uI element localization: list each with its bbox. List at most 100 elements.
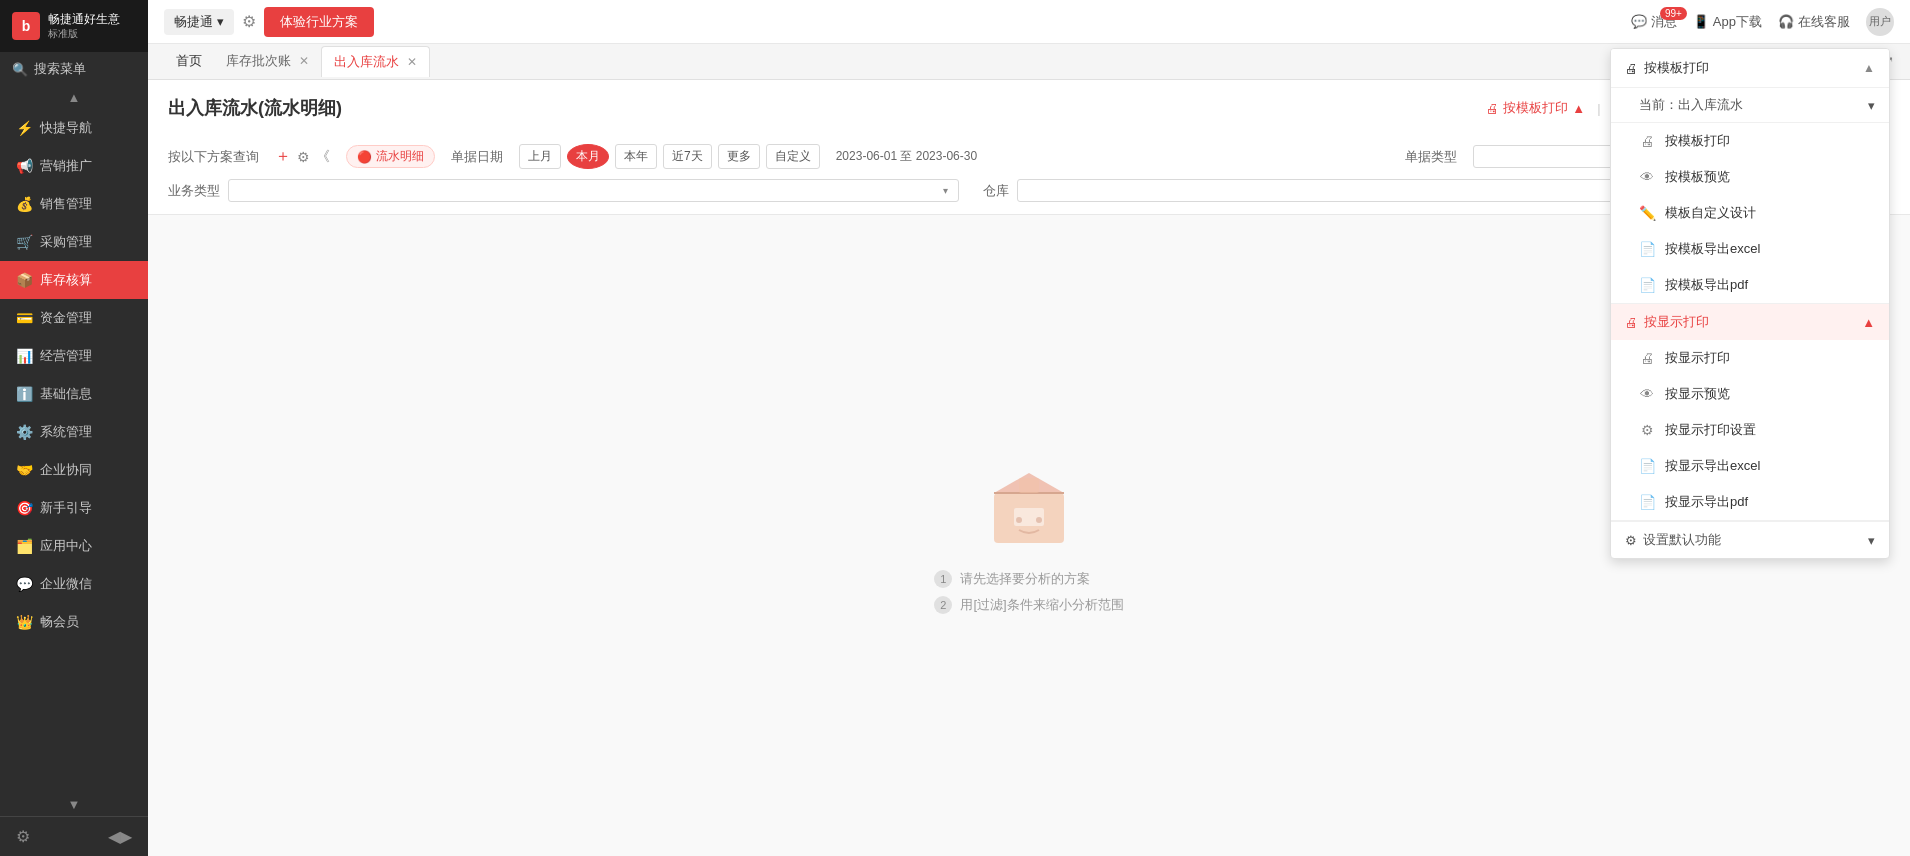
dropdown-chevron-up[interactable]: ▲ [1863,61,1875,75]
date-btn-this-month[interactable]: 本月 [567,144,609,169]
sidebar-nav: ⚡ 快捷导航 📢 营销推广 💰 销售管理 🛒 采购管理 📦 库存核算 💳 资金管… [0,109,148,793]
date-range-display: 2023-06-01 至 2023-06-30 [836,148,977,165]
template-excel-icon: 📄 [1639,241,1655,257]
dropdown-header-label: 按模板打印 [1644,59,1709,77]
app-download-button[interactable]: 📱 App下载 [1693,13,1762,31]
message-button[interactable]: 💬 消息 99+ [1631,13,1677,31]
search-icon: 🔍 [12,62,28,77]
date-field-label: 单据日期 [451,148,503,166]
filter-tag[interactable]: 🔴 流水明细 [346,145,435,168]
filter-collapse-icon[interactable]: 《 [316,148,330,166]
dropdown-header: 🖨 按模板打印 ▲ [1611,49,1889,88]
message-icon: 💬 [1631,14,1647,29]
account-name: 畅捷通 [174,13,213,31]
sidebar-item-app-center[interactable]: 🗂️ 应用中心 [0,527,148,565]
dropdown-item-template-pdf[interactable]: 📄 按模板导出pdf [1611,267,1889,303]
sidebar-item-sales[interactable]: 💰 销售管理 [0,185,148,223]
sidebar-item-beginner[interactable]: 🎯 新手引导 [0,489,148,527]
print-template-button[interactable]: 🖨 按模板打印 ▲ [1486,99,1585,117]
logo-badge: 标准版 [48,27,120,41]
voucher-type-label: 单据类型 [1405,148,1457,166]
sidebar-scroll-down[interactable]: ▼ [0,793,148,816]
dropdown-header-title: 🖨 按模板打印 [1625,59,1709,77]
wechat-icon: 💬 [16,576,32,592]
tab-batch-account-close[interactable]: ✕ [299,54,309,68]
footer-collapse-icon[interactable]: ◀▶ [108,827,132,846]
dropdown-item-display-pdf[interactable]: 📄 按显示导出pdf [1611,484,1889,520]
sidebar-item-cooperation[interactable]: 🤝 企业协同 [0,451,148,489]
filter-settings-icon[interactable]: ⚙ [297,149,310,165]
print-icon: 🖨 [1486,101,1499,116]
display-print-settings-icon: ⚙ [1639,422,1655,438]
filter-add-icon[interactable]: ＋ [275,146,291,167]
business-type-label: 业务类型 [168,182,220,200]
date-filter: 上月 本月 本年 近7天 更多 自定义 [519,144,820,169]
dropdown-item-template-custom[interactable]: ✏️ 模板自定义设计 [1611,195,1889,231]
display-print-settings-label: 按显示打印设置 [1665,421,1756,439]
template-custom-label: 模板自定义设计 [1665,204,1756,222]
date-btn-last-month[interactable]: 上月 [519,144,561,169]
tab-batch-account[interactable]: 库存批次账 ✕ [214,46,321,78]
dropdown-current-label: 当前：出入库流水 [1639,96,1743,114]
dropdown-item-template-print[interactable]: 🖨 按模板打印 [1611,123,1889,159]
app-logo: b 畅捷通好生意 标准版 [0,0,148,52]
trial-button[interactable]: 体验行业方案 [264,7,374,37]
sidebar-item-label: 营销推广 [40,157,92,175]
business-type-select[interactable]: ▾ [228,179,959,202]
operation-icon: 📊 [16,348,32,364]
date-btn-this-year[interactable]: 本年 [615,144,657,169]
template-excel-label: 按模板导出excel [1665,240,1760,258]
sidebar-item-finance[interactable]: 💳 资金管理 [0,299,148,337]
search-menu[interactable]: 🔍 搜索菜单 [0,52,148,86]
online-service-button[interactable]: 🎧 在线客服 [1778,13,1850,31]
tab-flow-close[interactable]: ✕ [407,55,417,69]
tab-flow-label: 出入库流水 [334,53,399,71]
empty-state: 1 请先选择要分析的方案 2 用[过滤]条件来缩小分析范围 [934,458,1123,614]
footer-settings-icon[interactable]: ⚙ [16,827,30,846]
print-dropdown-panel: 🖨 按模板打印 ▲ 当前：出入库流水 ▾ 🖨 按模板打印 👁 按模板预览 ✏️ … [1610,48,1890,559]
dropdown-section-display[interactable]: 🖨 按显示打印 ▲ [1611,304,1889,340]
template-print-label: 按模板打印 [1665,132,1730,150]
account-selector[interactable]: 畅捷通 ▾ [164,9,234,35]
date-btn-custom[interactable]: 自定义 [766,144,820,169]
system-icon: ⚙️ [16,424,32,440]
empty-hints: 1 请先选择要分析的方案 2 用[过滤]条件来缩小分析范围 [934,570,1123,614]
hint-text-1: 请先选择要分析的方案 [960,570,1090,588]
quick-nav-icon: ⚡ [16,120,32,136]
sidebar-item-base-info[interactable]: ℹ️ 基础信息 [0,375,148,413]
tab-flow[interactable]: 出入库流水 ✕ [321,46,430,77]
sidebar-scroll-up[interactable]: ▲ [0,86,148,109]
display-preview-icon: 👁 [1639,386,1655,402]
dropdown-footer[interactable]: ⚙ 设置默认功能 ▾ [1611,521,1889,558]
sidebar-item-purchase[interactable]: 🛒 采购管理 [0,223,148,261]
sidebar-item-marketing[interactable]: 📢 营销推广 [0,147,148,185]
user-avatar[interactable]: 用户 [1866,8,1894,36]
finance-icon: 💳 [16,310,32,326]
beginner-icon: 🎯 [16,500,32,516]
print-chevron-up-icon: ▲ [1572,101,1585,116]
sidebar-item-system[interactable]: ⚙️ 系统管理 [0,413,148,451]
template-pdf-icon: 📄 [1639,277,1655,293]
sales-icon: 💰 [16,196,32,212]
dropdown-item-display-excel[interactable]: 📄 按显示导出excel [1611,448,1889,484]
date-btn-more[interactable]: 更多 [718,144,760,169]
tab-batch-account-label: 库存批次账 [226,52,291,70]
date-btn-7days[interactable]: 近7天 [663,144,712,169]
topbar-gear-icon[interactable]: ⚙ [242,12,256,31]
dropdown-item-display-print[interactable]: 🖨 按显示打印 [1611,340,1889,376]
dropdown-footer-label: 设置默认功能 [1643,531,1721,549]
dropdown-item-template-preview[interactable]: 👁 按模板预览 [1611,159,1889,195]
dropdown-item-display-print-settings[interactable]: ⚙ 按显示打印设置 [1611,412,1889,448]
dropdown-item-display-preview[interactable]: 👁 按显示预览 [1611,376,1889,412]
sidebar-item-member[interactable]: 👑 畅会员 [0,603,148,641]
empty-icon [979,458,1079,558]
dropdown-item-template-excel[interactable]: 📄 按模板导出excel [1611,231,1889,267]
app-icon: 📱 [1693,14,1709,29]
sidebar-item-quick-nav[interactable]: ⚡ 快捷导航 [0,109,148,147]
sidebar-item-operation[interactable]: 📊 经营管理 [0,337,148,375]
sidebar-item-inventory[interactable]: 📦 库存核算 [0,261,148,299]
sidebar-item-wechat[interactable]: 💬 企业微信 [0,565,148,603]
tab-home[interactable]: 首页 [164,46,214,78]
sidebar-item-label: 销售管理 [40,195,92,213]
svg-point-6 [1036,517,1042,523]
